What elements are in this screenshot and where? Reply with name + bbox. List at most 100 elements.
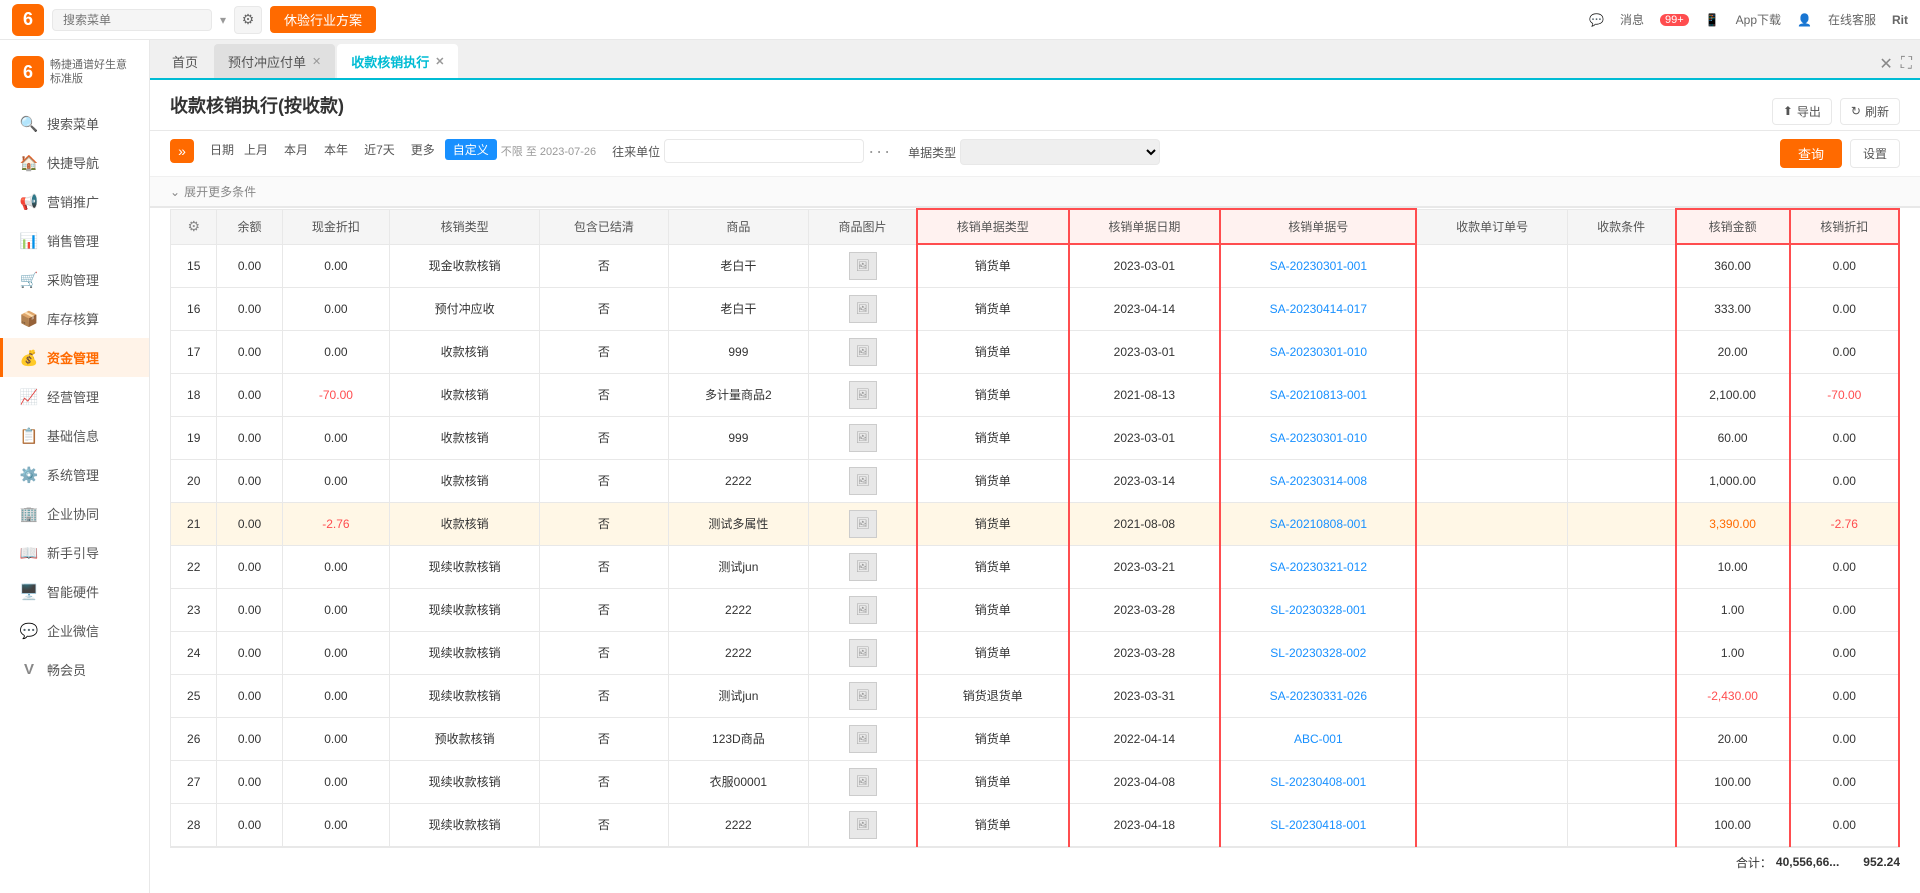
filter-toggle-btn[interactable]: » [170, 139, 194, 163]
industry-btn[interactable]: 休验行业方案 [270, 6, 376, 33]
app-download-btn[interactable]: App下载 [1736, 11, 1781, 28]
td-writeoff-date: 2023-03-31 [1069, 674, 1221, 717]
goods-image: 🖼 [849, 295, 877, 323]
td-goods: 2222 [668, 803, 808, 846]
sidebar-item-purchase[interactable]: 🛒 采购管理 [0, 260, 149, 299]
sidebar-item-member[interactable]: V 畅会员 [0, 650, 149, 689]
table-row: 25 0.00 0.00 现续收款核销 否 测试jun 🖼 销货退货单 2023… [171, 674, 1900, 717]
td-no: 16 [171, 287, 217, 330]
sales-icon: 📊 [19, 232, 39, 250]
app-layout: 6 畅捷通谱好生意 标准版 🔍 搜索菜单 🏠 快捷导航 📢 营销推广 📊 销售管… [0, 40, 1920, 893]
tab-home[interactable]: 首页 [158, 44, 212, 78]
tab-writeoff[interactable]: 收款核销执行 ✕ [337, 44, 458, 78]
sidebar-item-search[interactable]: 🔍 搜索菜单 [0, 104, 149, 143]
sidebar-item-business[interactable]: 📈 经营管理 [0, 377, 149, 416]
expand-conditions-btn[interactable]: ⌄ 展开更多条件 [170, 183, 1900, 200]
query-btn[interactable]: 查询 [1780, 139, 1842, 168]
date-tab-last-month[interactable]: 上月 [238, 139, 274, 160]
writeoff-no-link[interactable]: SL-20230328-002 [1270, 646, 1366, 660]
td-writeoff-voucher-type: 销货单 [917, 373, 1069, 416]
td-writeoff-date: 2023-03-28 [1069, 588, 1221, 631]
date-custom-btn[interactable]: 自定义 [445, 139, 497, 160]
writeoff-no-link[interactable]: SA-20230314-008 [1270, 474, 1367, 488]
goods-image: 🖼 [849, 725, 877, 753]
writeoff-no-link[interactable]: ABC-001 [1294, 732, 1343, 746]
td-included-cleared: 否 [539, 373, 668, 416]
sidebar-item-label: 营销推广 [47, 192, 99, 211]
td-cash-discount: -70.00 [282, 373, 390, 416]
writeoff-no-link[interactable]: SA-20230301-010 [1270, 431, 1367, 445]
sidebar-item-label: 畅会员 [47, 660, 86, 679]
message-label[interactable]: 消息 [1620, 11, 1644, 28]
sidebar-item-sales[interactable]: 📊 销售管理 [0, 221, 149, 260]
filter-settings-btn[interactable]: 设置 [1850, 139, 1900, 168]
td-writeoff-amount: 20.00 [1676, 717, 1790, 760]
td-writeoff-no: SA-20210813-001 [1220, 373, 1416, 416]
date-tab-this-month[interactable]: 本月 [278, 139, 314, 160]
td-writeoff-date: 2023-03-21 [1069, 545, 1221, 588]
sidebar-item-marketing[interactable]: 📢 营销推广 [0, 182, 149, 221]
date-tab-7days[interactable]: 近7天 [358, 139, 401, 160]
td-no: 17 [171, 330, 217, 373]
td-write-off-type: 现金收款核销 [390, 244, 540, 287]
td-writeoff-date: 2023-03-28 [1069, 631, 1221, 674]
td-included-cleared: 否 [539, 717, 668, 760]
td-writeoff-no: SA-20230414-017 [1220, 287, 1416, 330]
date-tab-more[interactable]: 更多 [405, 139, 441, 160]
sidebar-item-quick-nav[interactable]: 🏠 快捷导航 [0, 143, 149, 182]
finance-icon: 💰 [19, 349, 39, 367]
table-gear-icon[interactable]: ⚙ [187, 218, 200, 234]
online-service-icon: 👤 [1797, 13, 1812, 27]
logo-area: 6 畅捷通谱好生意 标准版 [0, 48, 149, 104]
writeoff-no-link[interactable]: SA-20230414-017 [1270, 302, 1367, 316]
online-service-btn[interactable]: 在线客服 [1828, 11, 1876, 28]
sidebar-item-system[interactable]: ⚙️ 系统管理 [0, 455, 149, 494]
td-cash-discount: 0.00 [282, 545, 390, 588]
settings-gear-btn[interactable]: ⚙ [234, 6, 262, 34]
writeoff-no-link[interactable]: SA-20230301-001 [1270, 259, 1367, 273]
counterpart-input[interactable] [664, 139, 864, 163]
sidebar-item-guide[interactable]: 📖 新手引导 [0, 533, 149, 572]
close-window-icon[interactable]: ✕ [1879, 54, 1892, 74]
writeoff-no-link[interactable]: SA-20230331-026 [1270, 689, 1367, 703]
export-btn[interactable]: ⬆ 导出 [1772, 98, 1832, 125]
prepay-tab-close[interactable]: ✕ [312, 55, 321, 68]
writeoff-no-link[interactable]: SL-20230418-001 [1270, 818, 1366, 832]
table-row: 15 0.00 0.00 现金收款核销 否 老白干 🖼 销货单 2023-03-… [171, 244, 1900, 287]
writeoff-no-link[interactable]: SL-20230408-001 [1270, 775, 1366, 789]
date-tab-this-year[interactable]: 本年 [318, 139, 354, 160]
td-balance: 0.00 [217, 803, 282, 846]
sidebar-item-hardware[interactable]: 🖥️ 智能硬件 [0, 572, 149, 611]
sidebar-item-inventory[interactable]: 📦 库存核算 [0, 299, 149, 338]
td-cash-discount: 0.00 [282, 588, 390, 631]
writeoff-tab-close[interactable]: ✕ [435, 55, 444, 68]
sidebar-item-finance[interactable]: 💰 资金管理 [0, 338, 149, 377]
top-bar: 6 ▾ ⚙ 休验行业方案 💬 消息 99+ 📱 App下载 👤 在线客服 Rit [0, 0, 1920, 40]
writeoff-no-link[interactable]: SL-20230328-001 [1270, 603, 1366, 617]
td-goods-image: 🖼 [809, 588, 917, 631]
td-writeoff-no: SA-20230321-012 [1220, 545, 1416, 588]
sidebar-item-basic[interactable]: 📋 基础信息 [0, 416, 149, 455]
writeoff-no-link[interactable]: SA-20230321-012 [1270, 560, 1367, 574]
writeoff-no-link[interactable]: SA-20210813-001 [1270, 388, 1367, 402]
td-writeoff-amount: 10.00 [1676, 545, 1790, 588]
writeoff-no-link[interactable]: SA-20230301-010 [1270, 345, 1367, 359]
td-receipt-order-no [1416, 803, 1567, 846]
td-no: 21 [171, 502, 217, 545]
td-included-cleared: 否 [539, 674, 668, 717]
top-search-input[interactable] [52, 9, 212, 31]
th-gear[interactable]: ⚙ [171, 209, 217, 244]
refresh-btn[interactable]: ↻ 刷新 [1840, 98, 1900, 125]
sidebar-item-enterprise[interactable]: 🏢 企业协同 [0, 494, 149, 533]
goods-image: 🖼 [849, 467, 877, 495]
writeoff-no-link[interactable]: SA-20210808-001 [1270, 517, 1367, 531]
td-writeoff-voucher-type: 销货单 [917, 588, 1069, 631]
voucher-type-select[interactable] [960, 139, 1160, 165]
sidebar-item-wechat[interactable]: 💬 企业微信 [0, 611, 149, 650]
tab-prepay[interactable]: 预付冲应付单 ✕ [214, 44, 335, 78]
td-goods: 衣服00001 [668, 760, 808, 803]
maximize-icon[interactable]: ⛶ [1901, 55, 1912, 73]
td-included-cleared: 否 [539, 330, 668, 373]
td-goods: 999 [668, 330, 808, 373]
td-goods: 2222 [668, 459, 808, 502]
